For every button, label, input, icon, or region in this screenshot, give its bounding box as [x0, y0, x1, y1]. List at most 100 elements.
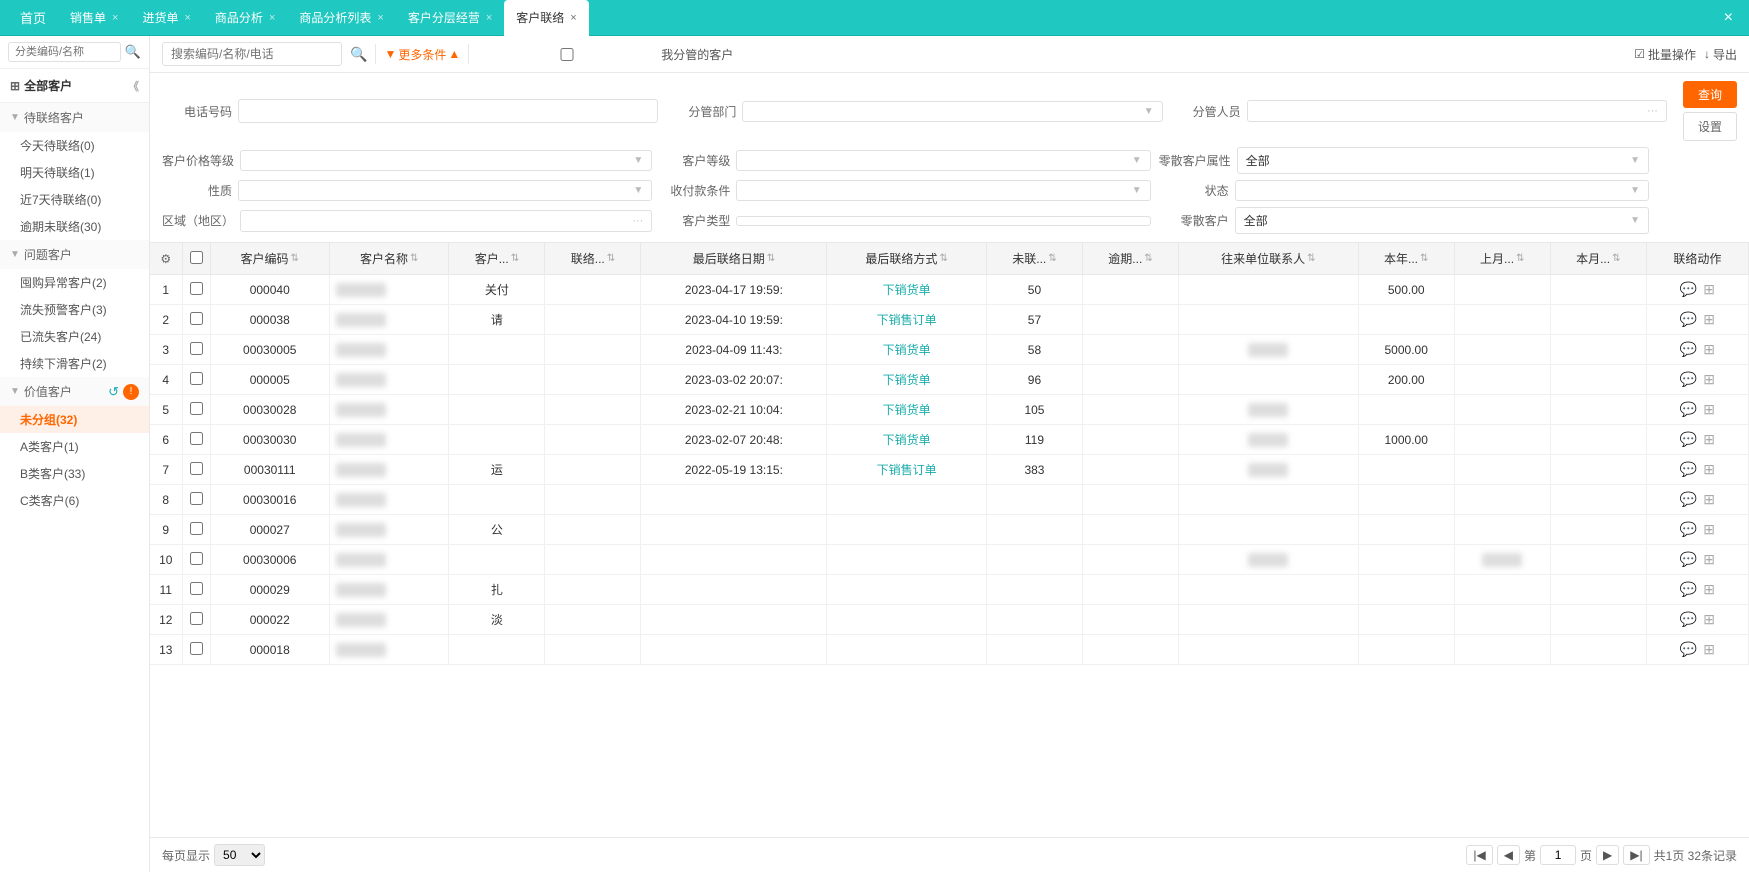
cell-checkbox[interactable]	[182, 425, 210, 455]
more-conditions-button[interactable]: ▼ 更多条件 ▲	[384, 46, 460, 63]
more-icon[interactable]: ···	[1647, 105, 1658, 117]
row-checkbox[interactable]	[190, 552, 203, 565]
nav-home[interactable]: 首页	[8, 0, 58, 36]
chat-icon[interactable]: 💬	[1680, 431, 1697, 448]
row-checkbox[interactable]	[190, 522, 203, 535]
cell-checkbox[interactable]	[182, 275, 210, 305]
close-icon[interactable]: ×	[377, 12, 383, 24]
chat-icon[interactable]: 💬	[1680, 491, 1697, 508]
sidebar-item-today-pending[interactable]: 今天待联络(0)	[0, 132, 149, 159]
grid-action-icon[interactable]: ⊞	[1703, 521, 1715, 538]
row-checkbox[interactable]	[190, 642, 203, 655]
sidebar-item-class-a[interactable]: A类客户(1)	[0, 433, 149, 460]
select-all-checkbox[interactable]	[190, 251, 203, 264]
row-checkbox[interactable]	[190, 612, 203, 625]
grid-action-icon[interactable]: ⊞	[1703, 551, 1715, 568]
nav-tab-product-analysis[interactable]: 商品分析 ×	[203, 0, 287, 36]
search-input[interactable]	[162, 42, 342, 66]
nav-tab-purchase[interactable]: 进货单 ×	[130, 0, 202, 36]
cell-checkbox[interactable]	[182, 485, 210, 515]
cell-checkbox[interactable]	[182, 515, 210, 545]
my-customers-filter[interactable]: 我分管的客户	[477, 46, 733, 63]
contact-method-link[interactable]: 下销货单	[883, 373, 931, 387]
reset-button[interactable]: 设置	[1683, 112, 1737, 141]
retail-attr-select[interactable]: 全部 ▼	[1237, 147, 1649, 174]
per-page-select[interactable]: 50 100 200	[214, 844, 265, 866]
sidebar-group-pending-contact[interactable]: ▼ 待联络客户	[0, 103, 149, 132]
cell-checkbox[interactable]	[182, 575, 210, 605]
chat-icon[interactable]: 💬	[1680, 461, 1697, 478]
chat-icon[interactable]: 💬	[1680, 641, 1697, 658]
global-close-button[interactable]: ×	[1716, 9, 1741, 27]
col-settings[interactable]: ⚙	[150, 243, 182, 275]
settings-icon[interactable]: ⚙	[160, 252, 171, 266]
contact-method-link[interactable]: 下销售订单	[877, 463, 937, 477]
row-checkbox[interactable]	[190, 402, 203, 415]
chat-icon[interactable]: 💬	[1680, 311, 1697, 328]
col-name[interactable]: 客户名称 ⇅	[329, 243, 448, 275]
sidebar-item-declining[interactable]: 持续下滑客户(2)	[0, 350, 149, 377]
nav-tab-sales[interactable]: 销售单 ×	[58, 0, 130, 36]
grid-action-icon[interactable]: ⊞	[1703, 491, 1715, 508]
close-icon[interactable]: ×	[486, 12, 492, 24]
grid-action-icon[interactable]: ⊞	[1703, 461, 1715, 478]
col-overdue[interactable]: 逾期... ⇅	[1082, 243, 1178, 275]
price-level-select[interactable]: ▼	[240, 150, 652, 171]
nav-tab-product-analysis-list[interactable]: 商品分析列表 ×	[287, 0, 395, 36]
nav-tab-customer-segment[interactable]: 客户分层经营 ×	[396, 0, 504, 36]
sidebar-item-churned[interactable]: 已流失客户(24)	[0, 323, 149, 350]
chat-icon[interactable]: 💬	[1680, 611, 1697, 628]
sidebar-item-ungrouped[interactable]: 未分组(32)	[0, 406, 149, 433]
cell-checkbox[interactable]	[182, 395, 210, 425]
close-icon[interactable]: ×	[184, 12, 190, 24]
grid-action-icon[interactable]: ⊞	[1703, 431, 1715, 448]
contact-method-link[interactable]: 下销货单	[883, 343, 931, 357]
sidebar-group-problem-customers[interactable]: ▼ 问题客户	[0, 240, 149, 269]
cell-checkbox[interactable]	[182, 365, 210, 395]
sidebar-search-icon[interactable]: 🔍	[125, 44, 141, 60]
phone-input[interactable]	[238, 99, 658, 123]
sidebar-item-class-c[interactable]: C类客户(6)	[0, 487, 149, 514]
sidebar-all-customers[interactable]: ⊞ 全部客户 《	[0, 69, 149, 103]
grid-action-icon[interactable]: ⊞	[1703, 611, 1715, 628]
row-checkbox[interactable]	[190, 342, 203, 355]
chat-icon[interactable]: 💬	[1680, 401, 1697, 418]
last-page-button[interactable]: ▶|	[1623, 845, 1649, 865]
category-search-input[interactable]	[8, 42, 121, 62]
dept-select[interactable]: ▼	[742, 101, 1162, 122]
grid-action-icon[interactable]: ⊞	[1703, 311, 1715, 328]
cell-checkbox[interactable]	[182, 545, 210, 575]
row-checkbox[interactable]	[190, 372, 203, 385]
sidebar-item-churn-warning[interactable]: 流失预警客户(3)	[0, 296, 149, 323]
contact-method-link[interactable]: 下销售订单	[877, 313, 937, 327]
contact-method-link[interactable]: 下销货单	[883, 403, 931, 417]
row-checkbox[interactable]	[190, 432, 203, 445]
close-icon[interactable]: ×	[269, 12, 275, 24]
filter-search-icon[interactable]: 🔍	[350, 46, 367, 63]
region-select[interactable]: ···	[240, 210, 652, 232]
sidebar-item-class-b[interactable]: B类客户(33)	[0, 460, 149, 487]
grid-action-icon[interactable]: ⊞	[1703, 341, 1715, 358]
col-this-month[interactable]: 本月... ⇅	[1550, 243, 1646, 275]
my-customers-checkbox[interactable]	[477, 48, 657, 61]
sidebar-item-overdue-pending[interactable]: 逾期未联络(30)	[0, 213, 149, 240]
close-icon[interactable]: ×	[112, 12, 118, 24]
chat-icon[interactable]: 💬	[1680, 281, 1697, 298]
manager-select[interactable]: ···	[1247, 100, 1667, 122]
col-this-year[interactable]: 本年... ⇅	[1358, 243, 1454, 275]
cell-checkbox[interactable]	[182, 335, 210, 365]
nav-tab-customer-contact[interactable]: 客户联络 ×	[504, 0, 588, 36]
grid-action-icon[interactable]: ⊞	[1703, 371, 1715, 388]
contact-method-link[interactable]: 下销货单	[883, 433, 931, 447]
col-type[interactable]: 客户... ⇅	[449, 243, 545, 275]
sidebar-item-abnormal-hoarding[interactable]: 囤购异常客户(2)	[0, 269, 149, 296]
nature-select[interactable]: ▼	[238, 180, 652, 201]
grid-action-icon[interactable]: ⊞	[1703, 641, 1715, 658]
chat-icon[interactable]: 💬	[1680, 341, 1697, 358]
first-page-button[interactable]: |◀	[1466, 845, 1492, 865]
page-input[interactable]	[1540, 845, 1576, 865]
refresh-icon[interactable]: ↺	[108, 384, 119, 400]
export-button[interactable]: ↓ 导出	[1704, 46, 1737, 63]
col-code[interactable]: 客户编码 ⇅	[210, 243, 329, 275]
col-not-contact[interactable]: 未联... ⇅	[986, 243, 1082, 275]
